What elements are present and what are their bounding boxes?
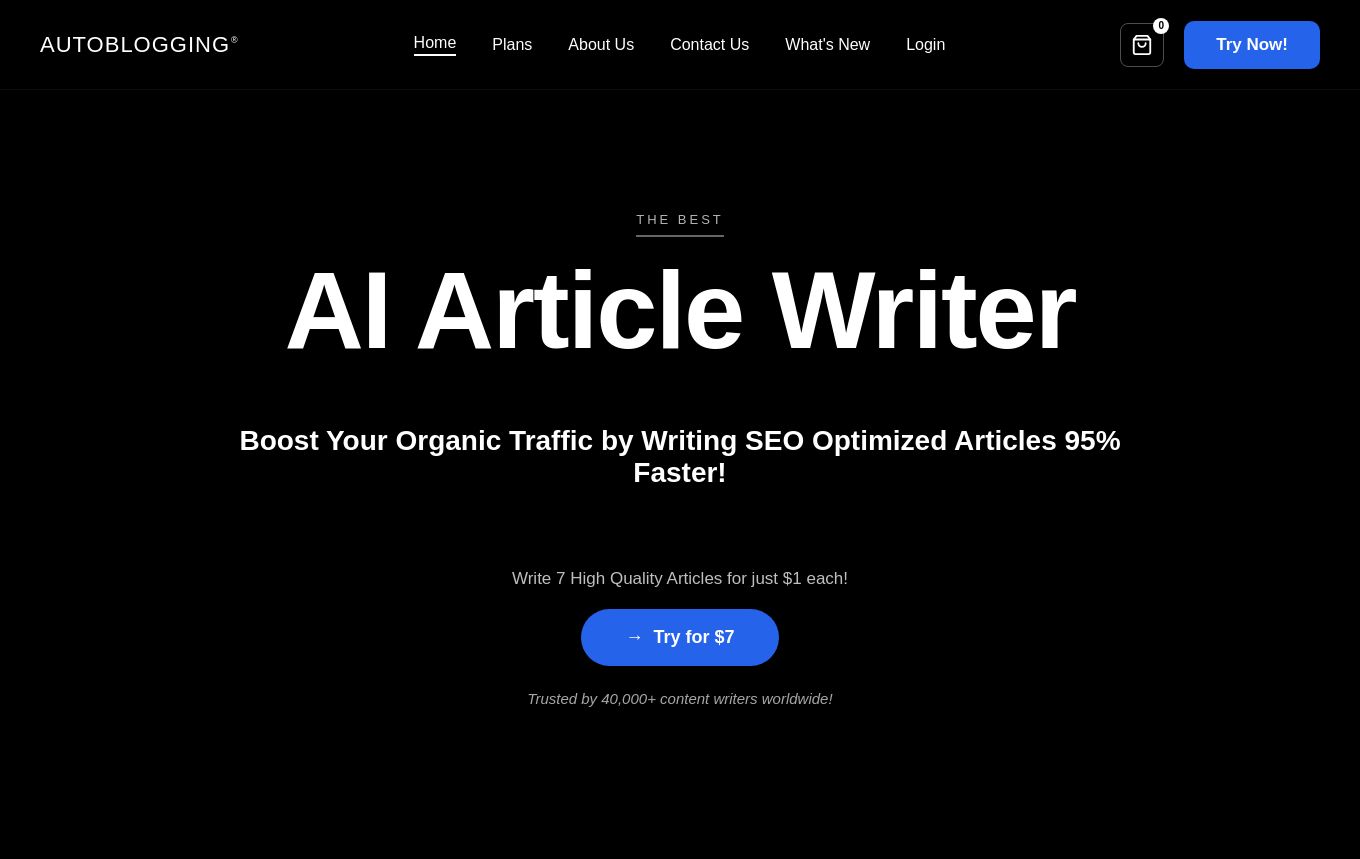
hero-title: AI Article Writer: [284, 255, 1075, 365]
main-nav: Home Plans About Us Contact Us What's Ne…: [414, 34, 946, 56]
trusted-text: Trusted by 40,000+ content writers world…: [527, 690, 832, 707]
logo-sup: ®: [231, 35, 239, 45]
try-cta-label: Try for $7: [653, 627, 734, 648]
nav-about[interactable]: About Us: [568, 36, 634, 54]
header-right: 0 Try Now!: [1120, 21, 1320, 69]
hero-subtitle: Boost Your Organic Traffic by Writing SE…: [230, 425, 1130, 489]
header: AUTOBLOGGING® Home Plans About Us Contac…: [0, 0, 1360, 90]
nav-login[interactable]: Login: [906, 36, 945, 54]
try-now-button[interactable]: Try Now!: [1184, 21, 1320, 69]
hero-eyebrow: THE BEST: [636, 212, 724, 237]
nav-home[interactable]: Home: [414, 34, 457, 56]
arrow-icon: →: [625, 627, 643, 648]
nav-contact[interactable]: Contact Us: [670, 36, 749, 54]
hero-section: THE BEST AI Article Writer Boost Your Or…: [0, 0, 1360, 859]
try-cta-button[interactable]: → Try for $7: [581, 609, 778, 666]
logo[interactable]: AUTOBLOGGING®: [40, 32, 239, 58]
cart-button[interactable]: 0: [1120, 23, 1164, 67]
logo-name: AUTOBLOGGING: [40, 32, 230, 57]
logo-text: AUTOBLOGGING®: [40, 32, 239, 58]
hero-write-text: Write 7 High Quality Articles for just $…: [512, 569, 848, 589]
nav-plans[interactable]: Plans: [492, 36, 532, 54]
cart-icon: [1131, 34, 1153, 56]
nav-whats-new[interactable]: What's New: [785, 36, 870, 54]
cart-badge: 0: [1153, 18, 1169, 34]
